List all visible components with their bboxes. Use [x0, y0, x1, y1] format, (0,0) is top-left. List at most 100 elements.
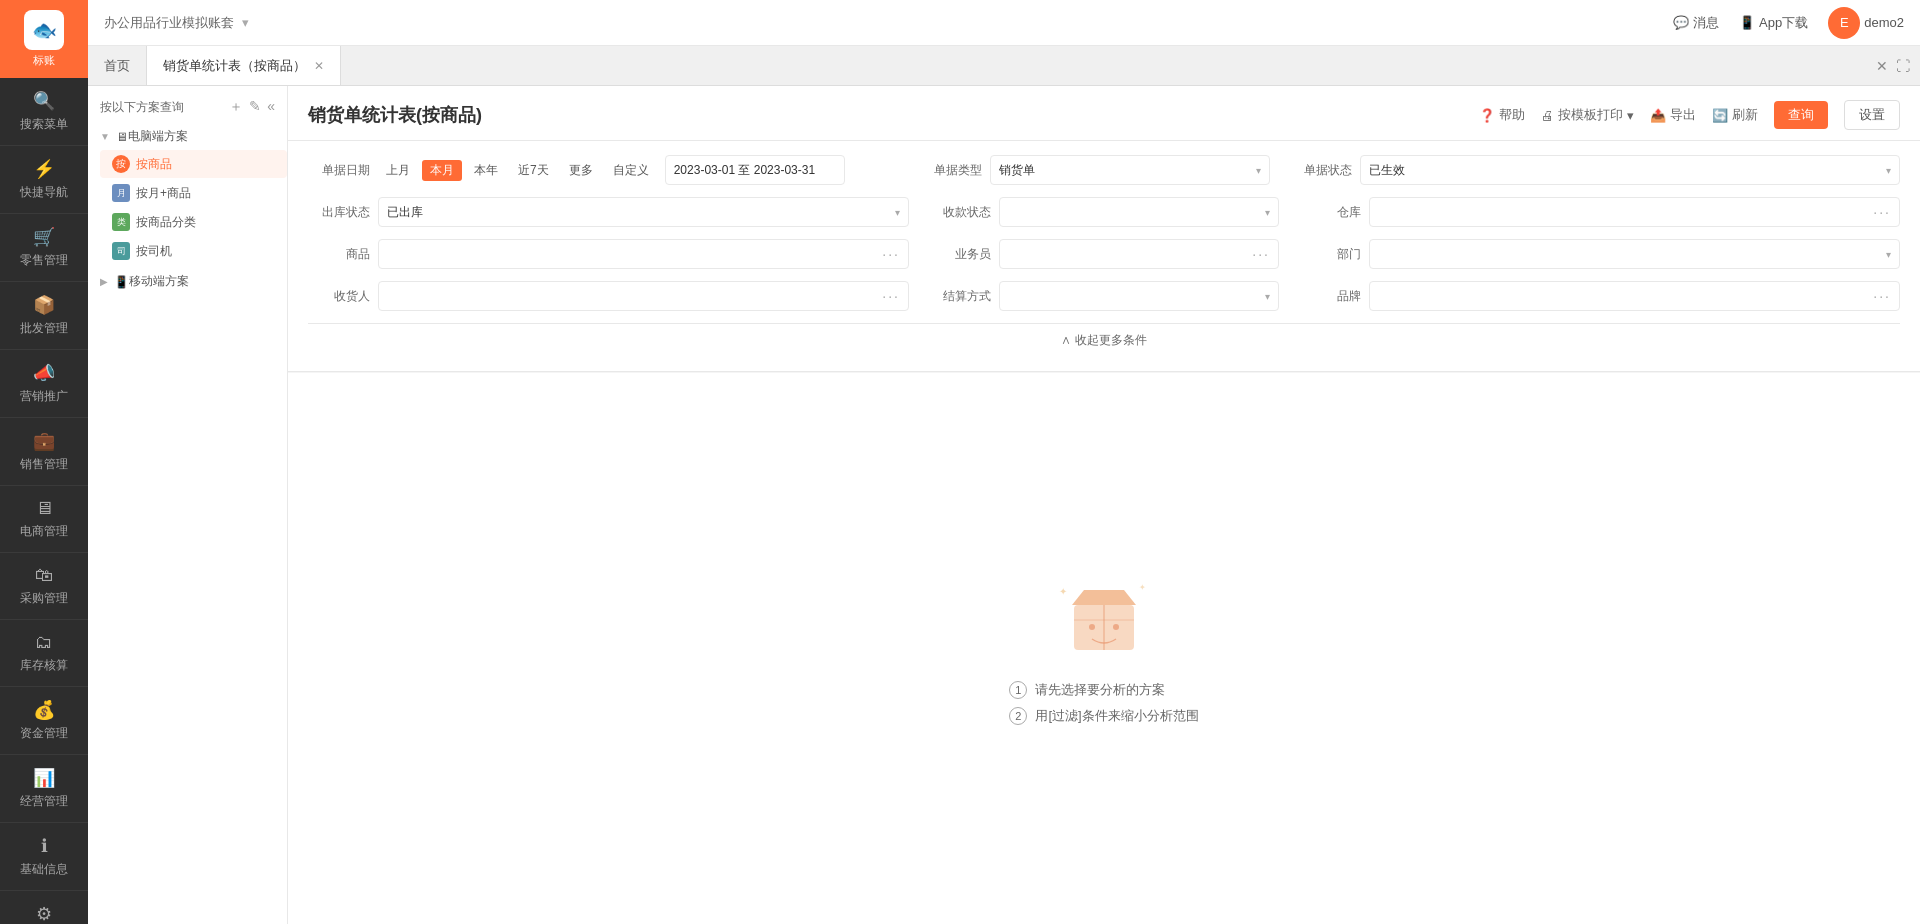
edit-scheme-button[interactable]: ✎ [249, 98, 261, 116]
by-goods-label: 按商品 [136, 156, 172, 173]
pc-group-icon: 🖥 [116, 130, 128, 144]
refresh-button[interactable]: 🔄 刷新 [1712, 106, 1758, 124]
user-initial: E [1840, 15, 1849, 30]
query-button[interactable]: 查询 [1774, 101, 1828, 129]
staff-field[interactable]: ··· [999, 239, 1279, 269]
recv-field[interactable]: ▾ [999, 197, 1279, 227]
tab-home[interactable]: 首页 [88, 46, 147, 85]
step-2-num: 2 [1009, 707, 1027, 725]
sidebar-item-retail[interactable]: 🛒 零售管理 [0, 214, 88, 282]
retail-icon: 🛒 [33, 226, 55, 248]
date-btn-custom[interactable]: 自定义 [605, 160, 657, 181]
step-2-text: 用[过滤]条件来缩小分析范围 [1035, 707, 1198, 725]
collapse-panel-button[interactable]: « [267, 98, 275, 116]
out-label: 出库状态 [308, 204, 378, 221]
goods-dots: ··· [882, 246, 900, 262]
mobile-group-icon: 📱 [114, 275, 129, 289]
sidebar-item-label: 基础信息 [20, 861, 68, 878]
mobile-toggle-icon: ▶ [100, 276, 108, 287]
sidebar-logo[interactable]: 🐟 标账 [0, 0, 88, 78]
sidebar-item-inventory[interactable]: 🗂 库存核算 [0, 620, 88, 687]
type-field[interactable]: 销货单 ▾ [990, 155, 1270, 185]
filter-row-3: 商品 ··· 业务员 ··· 部门 ▾ [308, 239, 1900, 269]
collapse-label: ∧ 收起更多条件 [1061, 332, 1146, 349]
sidebar-item-sales[interactable]: 💼 销售管理 [0, 418, 88, 486]
tab-maximize-button[interactable]: ⛶ [1896, 58, 1910, 74]
by-goods-icon: 按 [112, 155, 130, 173]
staff-label: 业务员 [929, 246, 999, 263]
out-field[interactable]: 已出库 ▾ [378, 197, 909, 227]
sidebar-item-purchase[interactable]: 🛍 采购管理 [0, 553, 88, 620]
sidebar-item-shortcut[interactable]: ⚡ 快捷导航 [0, 146, 88, 214]
svg-point-4 [1089, 624, 1095, 630]
main-area: 办公用品行业模拟账套 ▾ 💬 消息 📱 App下载 E demo2 首页 [88, 0, 1920, 924]
wholesale-icon: 📦 [33, 294, 55, 316]
message-button[interactable]: 💬 消息 [1673, 14, 1719, 32]
date-btn-thisyear[interactable]: 本年 [466, 160, 506, 181]
tree-group-mobile-header[interactable]: ▶ 📱 移动端方案 [88, 269, 287, 294]
message-icon: 💬 [1673, 15, 1689, 30]
sidebar-item-label: 电商管理 [20, 523, 68, 540]
sidebar: 🐟 标账 🔍 搜索菜单 ⚡ 快捷导航 🛒 零售管理 📦 批发管理 📣 营销推广 … [0, 0, 88, 924]
print-button[interactable]: 🖨 按模板打印 ▾ [1541, 106, 1634, 124]
sidebar-item-basic[interactable]: ℹ 基础信息 [0, 823, 88, 891]
warehouse-field[interactable]: ··· [1369, 197, 1900, 227]
settle-field[interactable]: ▾ [999, 281, 1279, 311]
export-button[interactable]: 📤 导出 [1650, 106, 1696, 124]
sidebar-item-search[interactable]: 🔍 搜索菜单 [0, 78, 88, 146]
date-range-input[interactable]: 2023-03-01 至 2023-03-31 [665, 155, 845, 185]
query-label: 查询 [1788, 106, 1814, 124]
date-btn-7days[interactable]: 近7天 [510, 160, 557, 181]
sidebar-item-system[interactable]: ⚙ 系统管理 [0, 891, 88, 924]
collapse-conditions-button[interactable]: ∧ 收起更多条件 [308, 323, 1900, 357]
right-panel: 销货单统计表(按商品) ❓ 帮助 🖨 按模板打印 ▾ 📤 导出 [288, 86, 1920, 924]
scheme-by-month-goods[interactable]: 月 按月+商品 [100, 179, 287, 207]
date-btn-lastmonth[interactable]: 上月 [378, 160, 418, 181]
dept-field[interactable]: ▾ [1369, 239, 1900, 269]
tab-close-all-button[interactable]: ✕ [1876, 58, 1888, 74]
recipient-field[interactable]: ··· [378, 281, 909, 311]
add-scheme-button[interactable]: ＋ [229, 98, 243, 116]
tab-close-button[interactable]: ✕ [314, 59, 324, 73]
tab-sales-stat[interactable]: 销货单统计表（按商品） ✕ [147, 46, 341, 85]
print-label: 按模板打印 [1558, 106, 1623, 124]
user-menu[interactable]: E demo2 [1828, 7, 1904, 39]
panel-header-label: 按以下方案查询 [100, 99, 184, 116]
app-download-button[interactable]: 📱 App下载 [1739, 14, 1808, 32]
sidebar-item-label: 经营管理 [20, 793, 68, 810]
warehouse-dots: ··· [1873, 204, 1891, 220]
help-button[interactable]: ❓ 帮助 [1479, 106, 1525, 124]
pc-children: 按 按商品 月 按月+商品 类 按商品分类 司 按司机 [88, 150, 287, 265]
sidebar-item-label: 库存核算 [20, 657, 68, 674]
sidebar-item-label: 批发管理 [20, 320, 68, 337]
filter-row-4: 收货人 ··· 结算方式 ▾ 品牌 ··· [308, 281, 1900, 311]
pc-toggle-icon: ▼ [100, 131, 110, 142]
scheme-by-goods[interactable]: 按 按商品 [100, 150, 287, 178]
logo-text: 标账 [33, 53, 55, 68]
date-btn-more[interactable]: 更多 [561, 160, 601, 181]
sidebar-item-finance[interactable]: 💰 资金管理 [0, 687, 88, 755]
status-field[interactable]: 已生效 ▾ [1360, 155, 1900, 185]
scheme-by-category[interactable]: 类 按商品分类 [100, 208, 287, 236]
tree-group-pc-header[interactable]: ▼ 🖥 电脑端方案 [88, 124, 287, 149]
industry-caret[interactable]: ▾ [242, 15, 249, 30]
date-btn-thismonth[interactable]: 本月 [422, 160, 462, 181]
page-actions: ❓ 帮助 🖨 按模板打印 ▾ 📤 导出 🔄 刷新 [1479, 100, 1900, 130]
recv-label: 收款状态 [929, 204, 999, 221]
sidebar-item-ecom[interactable]: 🖥 电商管理 [0, 486, 88, 553]
staff-dots: ··· [1252, 246, 1270, 262]
tree-group-pc: ▼ 🖥 电脑端方案 按 按商品 月 按月+商品 类 按商品分类 [88, 124, 287, 265]
svg-text:✦: ✦ [1139, 583, 1146, 592]
sidebar-item-wholesale[interactable]: 📦 批发管理 [0, 282, 88, 350]
scheme-by-driver[interactable]: 司 按司机 [100, 237, 287, 265]
goods-field[interactable]: ··· [378, 239, 909, 269]
logo-icon: 🐟 [24, 10, 64, 50]
top-header-right: 💬 消息 📱 App下载 E demo2 [1673, 7, 1904, 39]
settle-label: 结算方式 [929, 288, 999, 305]
download-icon: 📱 [1739, 15, 1755, 30]
out-value: 已出库 [387, 204, 895, 221]
brand-field[interactable]: ··· [1369, 281, 1900, 311]
sidebar-item-marketing[interactable]: 📣 营销推广 [0, 350, 88, 418]
settings-button[interactable]: 设置 [1844, 100, 1900, 130]
sidebar-item-operations[interactable]: 📊 经营管理 [0, 755, 88, 823]
